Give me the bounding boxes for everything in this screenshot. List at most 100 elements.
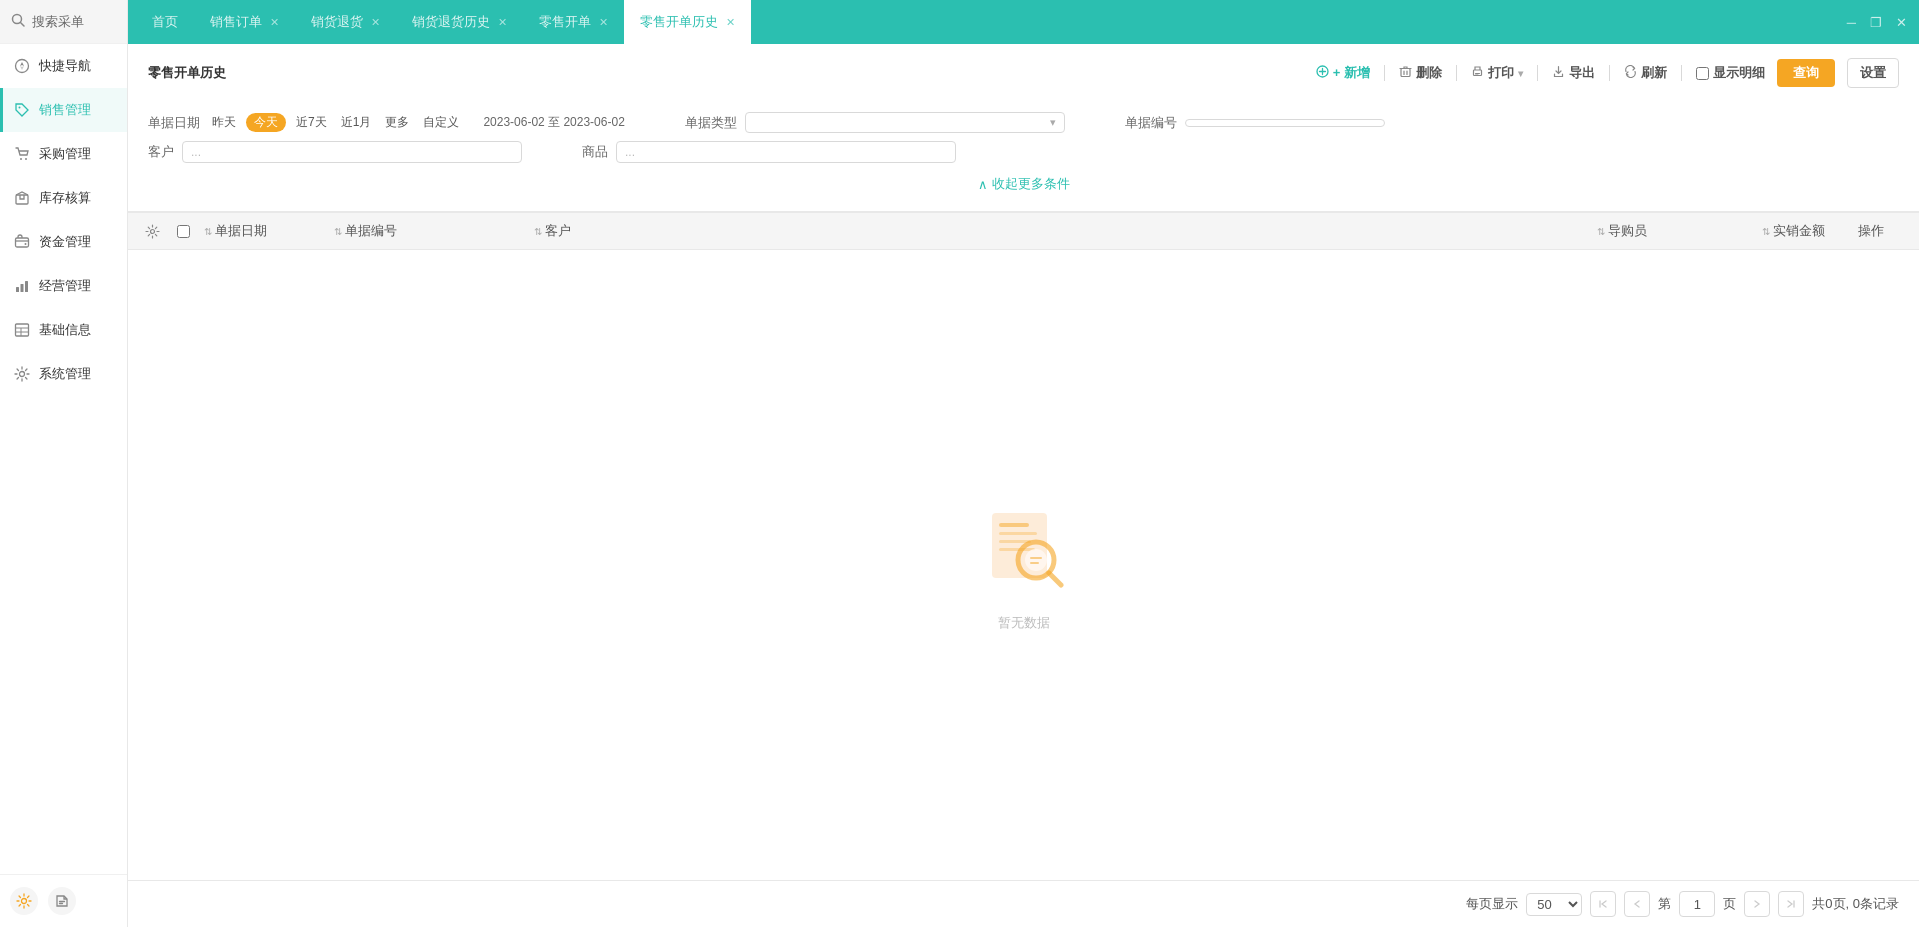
sidebar-search[interactable]: 搜索采单: [0, 0, 127, 44]
collapse-filter-btn[interactable]: ∧ 收起更多条件: [148, 171, 1899, 201]
refresh-icon: [1624, 65, 1637, 81]
col-header-number[interactable]: ⇅ 单据编号: [328, 222, 528, 240]
col-header-amount[interactable]: ⇅ 实销金额: [1711, 222, 1831, 240]
export-label: 导出: [1569, 64, 1595, 82]
tab-sales-order-close[interactable]: ✕: [270, 16, 279, 29]
delete-icon: [1399, 65, 1412, 81]
sidebar-item-quick-nav[interactable]: 快捷导航: [0, 44, 127, 88]
sidebar-item-finance[interactable]: 资金管理: [0, 220, 127, 264]
tab-sales-return-history[interactable]: 销货退货历史 ✕: [396, 0, 523, 44]
sidebar-item-label: 系统管理: [39, 365, 91, 383]
sidebar-search-label: 搜索采单: [32, 13, 84, 31]
svg-point-7: [25, 158, 27, 160]
sidebar-item-operations[interactable]: 经营管理: [0, 264, 127, 308]
col-header-date[interactable]: ⇅ 单据日期: [198, 222, 328, 240]
sidebar-item-label: 经营管理: [39, 277, 91, 295]
table-header: ⇅ 单据日期 ⇅ 单据编号 ⇅ 客户 ⇅ 导购员 ⇅ 实销金额 操作: [128, 212, 1919, 250]
query-btn[interactable]: 查询: [1777, 59, 1835, 87]
export-icon: [1552, 65, 1565, 81]
order-number-input[interactable]: [1185, 119, 1385, 127]
svg-point-23: [150, 229, 154, 233]
svg-point-30: [1025, 549, 1047, 571]
last-page-btn[interactable]: [1778, 891, 1804, 917]
col-header-action: 操作: [1831, 222, 1911, 240]
sidebar-item-system[interactable]: 系统管理: [0, 352, 127, 396]
per-page-select[interactable]: 50 100 200: [1526, 893, 1582, 916]
bottom-collapse-btn[interactable]: [48, 887, 76, 915]
tab-home[interactable]: 首页: [136, 0, 194, 44]
page-number-input[interactable]: [1679, 891, 1715, 917]
date-option-last7[interactable]: 近7天: [292, 113, 331, 132]
date-option-custom[interactable]: 自定义: [419, 113, 463, 132]
sidebar-bottom: [0, 874, 127, 927]
window-minimize-btn[interactable]: ─: [1843, 13, 1860, 32]
date-filter-group: 单据日期 昨天 今天 近7天 近1月 更多 自定义: [148, 113, 463, 132]
date-option-today[interactable]: 今天: [246, 113, 286, 132]
bottom-settings-btn[interactable]: [10, 887, 38, 915]
col-sort-icon: ⇅: [534, 226, 542, 237]
svg-point-10: [25, 243, 27, 245]
total-records-text: 共0页, 0条记录: [1812, 895, 1899, 913]
sidebar-item-inventory[interactable]: 库存核算: [0, 176, 127, 220]
divider4: [1609, 65, 1610, 81]
print-btn[interactable]: 打印 ▾: [1471, 64, 1523, 82]
sidebar-item-purchase-mgmt[interactable]: 采购管理: [0, 132, 127, 176]
settings-btn[interactable]: 设置: [1847, 58, 1899, 88]
print-dropdown-icon[interactable]: ▾: [1518, 68, 1523, 79]
add-btn[interactable]: + 新增: [1316, 64, 1370, 82]
select-all-checkbox[interactable]: [168, 225, 198, 238]
tab-sales-return-close[interactable]: ✕: [371, 16, 380, 29]
tab-retail-open[interactable]: 零售开单 ✕: [523, 0, 624, 44]
sidebar-item-basic-info[interactable]: 基础信息: [0, 308, 127, 352]
col-date-label: 单据日期: [215, 222, 267, 240]
export-btn[interactable]: 导出: [1552, 64, 1595, 82]
svg-rect-12: [21, 284, 24, 292]
order-number-label: 单据编号: [1125, 114, 1177, 132]
date-option-more[interactable]: 更多: [381, 113, 413, 132]
next-page-btn[interactable]: [1744, 891, 1770, 917]
compass-icon: [13, 57, 31, 75]
customer-input[interactable]: ...: [182, 141, 522, 163]
delete-label: 删除: [1416, 64, 1442, 82]
pagination: 每页显示 50 100 200 第 页: [128, 880, 1919, 927]
prev-page-btn[interactable]: [1624, 891, 1650, 917]
settings-icon: [13, 365, 31, 383]
tab-sales-return[interactable]: 销货退货 ✕: [295, 0, 396, 44]
window-close-btn[interactable]: ✕: [1892, 13, 1911, 32]
tab-retail-history[interactable]: 零售开单历史 ✕: [624, 0, 751, 44]
refresh-btn[interactable]: 刷新: [1624, 64, 1667, 82]
tab-sales-return-history-close[interactable]: ✕: [498, 16, 507, 29]
col-header-customer[interactable]: ⇅ 客户: [528, 222, 1591, 240]
col-action-label: 操作: [1858, 222, 1884, 240]
date-option-yesterday[interactable]: 昨天: [208, 113, 240, 132]
sidebar-item-sales-mgmt[interactable]: 销售管理: [0, 88, 127, 132]
column-settings-btn[interactable]: [136, 224, 168, 239]
first-page-btn[interactable]: [1590, 891, 1616, 917]
date-option-last-month[interactable]: 近1月: [337, 113, 376, 132]
date-range-display: 2023-06-02 至 2023-06-02: [483, 114, 624, 131]
page-title-row: 零售开单历史 + 新增: [148, 58, 1899, 88]
col-customer-label: 客户: [545, 222, 571, 240]
svg-rect-21: [1401, 69, 1410, 77]
display-detail-checkbox[interactable]: [1696, 67, 1709, 80]
window-restore-btn[interactable]: ❐: [1866, 13, 1886, 32]
svg-line-1: [21, 23, 25, 27]
divider2: [1456, 65, 1457, 81]
filter-section: 单据日期 昨天 今天 近7天 近1月 更多 自定义 2023-06-02 至 2…: [148, 102, 1899, 211]
tab-retail-history-close[interactable]: ✕: [726, 16, 735, 29]
display-detail-btn[interactable]: 显示明细: [1696, 64, 1765, 82]
select-all-input[interactable]: [177, 225, 190, 238]
order-type-dropdown[interactable]: ▾: [745, 112, 1065, 133]
page-title-text: 零售开单历史: [148, 64, 226, 82]
search-icon: [10, 12, 26, 31]
svg-line-31: [1049, 573, 1061, 585]
tab-retail-open-label: 零售开单: [539, 13, 591, 31]
tab-sales-order[interactable]: 销售订单 ✕: [194, 0, 295, 44]
divider1: [1384, 65, 1385, 81]
delete-btn[interactable]: 删除: [1399, 64, 1442, 82]
col-header-guide[interactable]: ⇅ 导购员: [1591, 222, 1711, 240]
product-input[interactable]: ...: [616, 141, 956, 163]
svg-marker-3: [20, 62, 24, 66]
tab-retail-open-close[interactable]: ✕: [599, 16, 608, 29]
table-icon: [13, 321, 31, 339]
